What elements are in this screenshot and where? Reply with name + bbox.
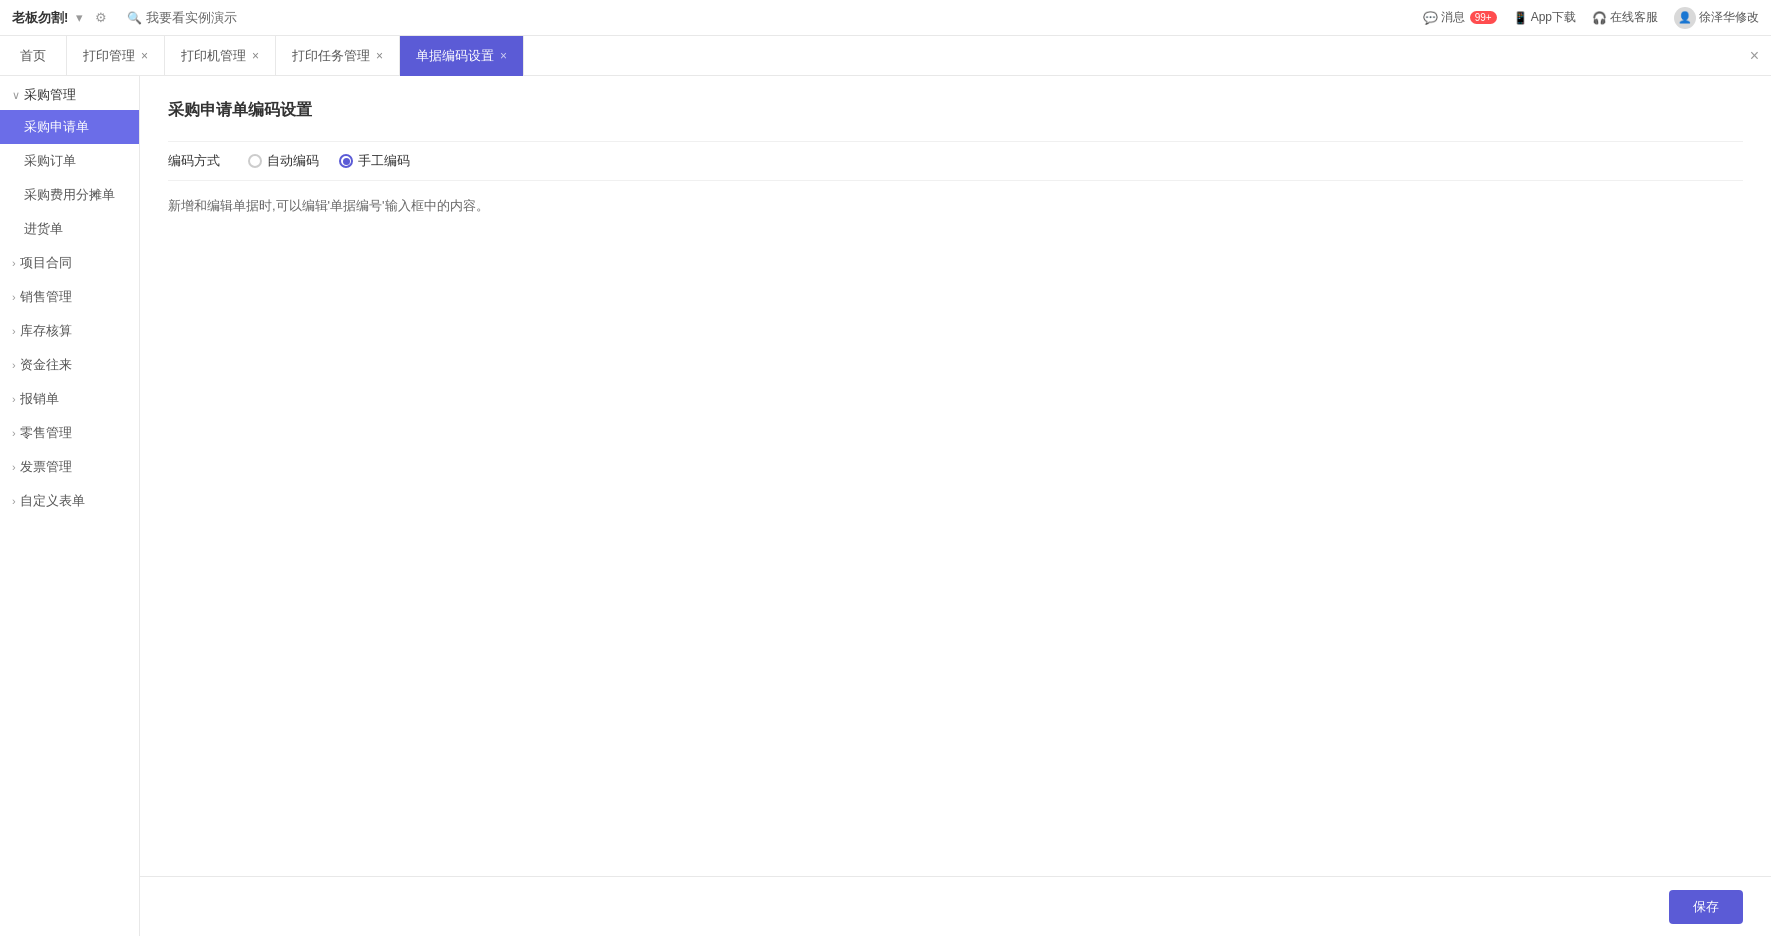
tab-barcode-settings[interactable]: 单据编码设置 × [400,36,524,76]
sidebar-group-inventory[interactable]: › 库存核算 [0,314,139,348]
radio-auto-circle [248,154,262,168]
sidebar-item-purchase-order-label: 采购订单 [24,153,76,168]
logo-text: 老板勿割! [12,9,68,27]
tab-printer-mgmt-close[interactable]: × [252,49,259,63]
sidebar-group-inventory-label: 库存核算 [20,322,72,340]
online-service-label: 在线客服 [1610,9,1658,26]
tab-print-task-mgmt-label: 打印任务管理 [292,47,370,65]
radio-manual-circle [339,154,353,168]
tab-print-task-mgmt[interactable]: 打印任务管理 × [276,36,400,76]
save-button[interactable]: 保存 [1669,890,1743,924]
tab-home[interactable]: 首页 [0,36,67,76]
search-icon: 🔍 [127,11,142,25]
app-download-icon: 📱 [1513,11,1528,25]
sidebar-group-invoice-label: 发票管理 [20,458,72,476]
sidebar-item-incoming[interactable]: 进货单 [0,212,139,246]
sidebar-group-fund[interactable]: › 资金往来 [0,348,139,382]
sidebar-group-sales-label: 销售管理 [20,288,72,306]
user-avatar-button[interactable]: 👤 徐泽华修改 [1674,7,1759,29]
encoding-label: 编码方式 [168,152,248,170]
tab-bar-close: × [524,47,1771,65]
radio-auto-label: 自动编码 [267,152,319,170]
user-name: 徐泽华修改 [1699,9,1759,26]
top-bar: 老板勿割! ▾ ⚙ 🔍 我要看实例演示 💬 消息 99+ 📱 App下载 🎧 在… [0,0,1771,36]
content-footer: 保存 [140,876,1771,936]
close-all-icon[interactable]: × [1750,47,1759,65]
radio-manual[interactable]: 手工编码 [339,152,410,170]
sidebar-group-project-contract[interactable]: › 项目合同 [0,246,139,280]
dropdown-icon[interactable]: ▾ [76,10,83,25]
sidebar-group-custom-label: 自定义表单 [20,492,85,510]
sidebar-group-sales-mgmt[interactable]: › 销售管理 [0,280,139,314]
arrow-right-icon-3: › [12,325,16,337]
arrow-right-icon-1: › [12,257,16,269]
sidebar-item-purchase-order[interactable]: 采购订单 [0,144,139,178]
sidebar-group-purchase-label: 采购管理 [24,86,76,104]
radio-auto[interactable]: 自动编码 [248,152,319,170]
app-download-button[interactable]: 📱 App下载 [1513,9,1576,26]
online-service-icon: 🎧 [1592,11,1607,25]
sidebar-group-returns[interactable]: › 报销单 [0,382,139,416]
settings-icon[interactable]: ⚙ [95,10,107,25]
arrow-right-icon-7: › [12,461,16,473]
sidebar-group-returns-label: 报销单 [20,390,59,408]
sidebar-item-purchase-expense[interactable]: 采购费用分摊单 [0,178,139,212]
search-bar[interactable]: 🔍 我要看实例演示 [127,9,237,27]
app-download-label: App下载 [1531,9,1576,26]
top-bar-left: 老板勿割! ▾ ⚙ 🔍 我要看实例演示 [12,9,237,27]
sidebar-group-invoice[interactable]: › 发票管理 [0,450,139,484]
message-badge: 99+ [1470,11,1497,24]
message-button[interactable]: 💬 消息 99+ [1423,9,1497,26]
tab-printer-mgmt-label: 打印机管理 [181,47,246,65]
page-title: 采购申请单编码设置 [168,100,1743,121]
sidebar-item-purchase-request-label: 采购申请单 [24,119,89,134]
arrow-right-icon-8: › [12,495,16,507]
online-service-button[interactable]: 🎧 在线客服 [1592,9,1658,26]
message-label: 消息 [1441,9,1465,26]
sidebar-group-retail[interactable]: › 零售管理 [0,416,139,450]
sidebar-group-purchase-mgmt[interactable]: ∨ 采购管理 [0,76,139,110]
tab-printer-mgmt[interactable]: 打印机管理 × [165,36,276,76]
sidebar-group-custom-forms[interactable]: › 自定义表单 [0,484,139,518]
arrow-down-icon: ∨ [12,89,20,102]
sidebar-item-purchase-request[interactable]: 采购申请单 [0,110,139,144]
sidebar-group-retail-label: 零售管理 [20,424,72,442]
tab-barcode-settings-close[interactable]: × [500,49,507,63]
sidebar-item-incoming-label: 进货单 [24,221,63,236]
avatar-icon: 👤 [1674,7,1696,29]
encoding-row: 编码方式 自动编码 手工编码 [168,141,1743,181]
radio-manual-label: 手工编码 [358,152,410,170]
message-icon: 💬 [1423,11,1438,25]
content-body: 采购申请单编码设置 编码方式 自动编码 手工编码 新增和编辑单据时,可以编辑'单… [140,76,1771,876]
radio-group: 自动编码 手工编码 [248,152,410,170]
arrow-right-icon-6: › [12,427,16,439]
sidebar: ∨ 采购管理 采购申请单 采购订单 采购费用分摊单 进货单 › 项目合同 › 销… [0,76,140,936]
tab-home-label: 首页 [20,47,46,65]
arrow-right-icon-2: › [12,291,16,303]
tab-print-mgmt-label: 打印管理 [83,47,135,65]
tab-print-mgmt-close[interactable]: × [141,49,148,63]
tab-barcode-settings-label: 单据编码设置 [416,47,494,65]
hint-text: 新增和编辑单据时,可以编辑'单据编号'输入框中的内容。 [168,197,1743,215]
sidebar-group-fund-label: 资金往来 [20,356,72,374]
sidebar-item-purchase-expense-label: 采购费用分摊单 [24,187,115,202]
tab-print-task-mgmt-close[interactable]: × [376,49,383,63]
top-bar-right: 💬 消息 99+ 📱 App下载 🎧 在线客服 👤 徐泽华修改 [1423,7,1759,29]
search-text: 我要看实例演示 [146,9,237,27]
arrow-right-icon-5: › [12,393,16,405]
main-layout: ∨ 采购管理 采购申请单 采购订单 采购费用分摊单 进货单 › 项目合同 › 销… [0,76,1771,936]
tab-print-mgmt[interactable]: 打印管理 × [67,36,165,76]
content-area: 采购申请单编码设置 编码方式 自动编码 手工编码 新增和编辑单据时,可以编辑'单… [140,76,1771,936]
tab-bar: 首页 打印管理 × 打印机管理 × 打印任务管理 × 单据编码设置 × × [0,36,1771,76]
sidebar-group-project-label: 项目合同 [20,254,72,272]
arrow-right-icon-4: › [12,359,16,371]
